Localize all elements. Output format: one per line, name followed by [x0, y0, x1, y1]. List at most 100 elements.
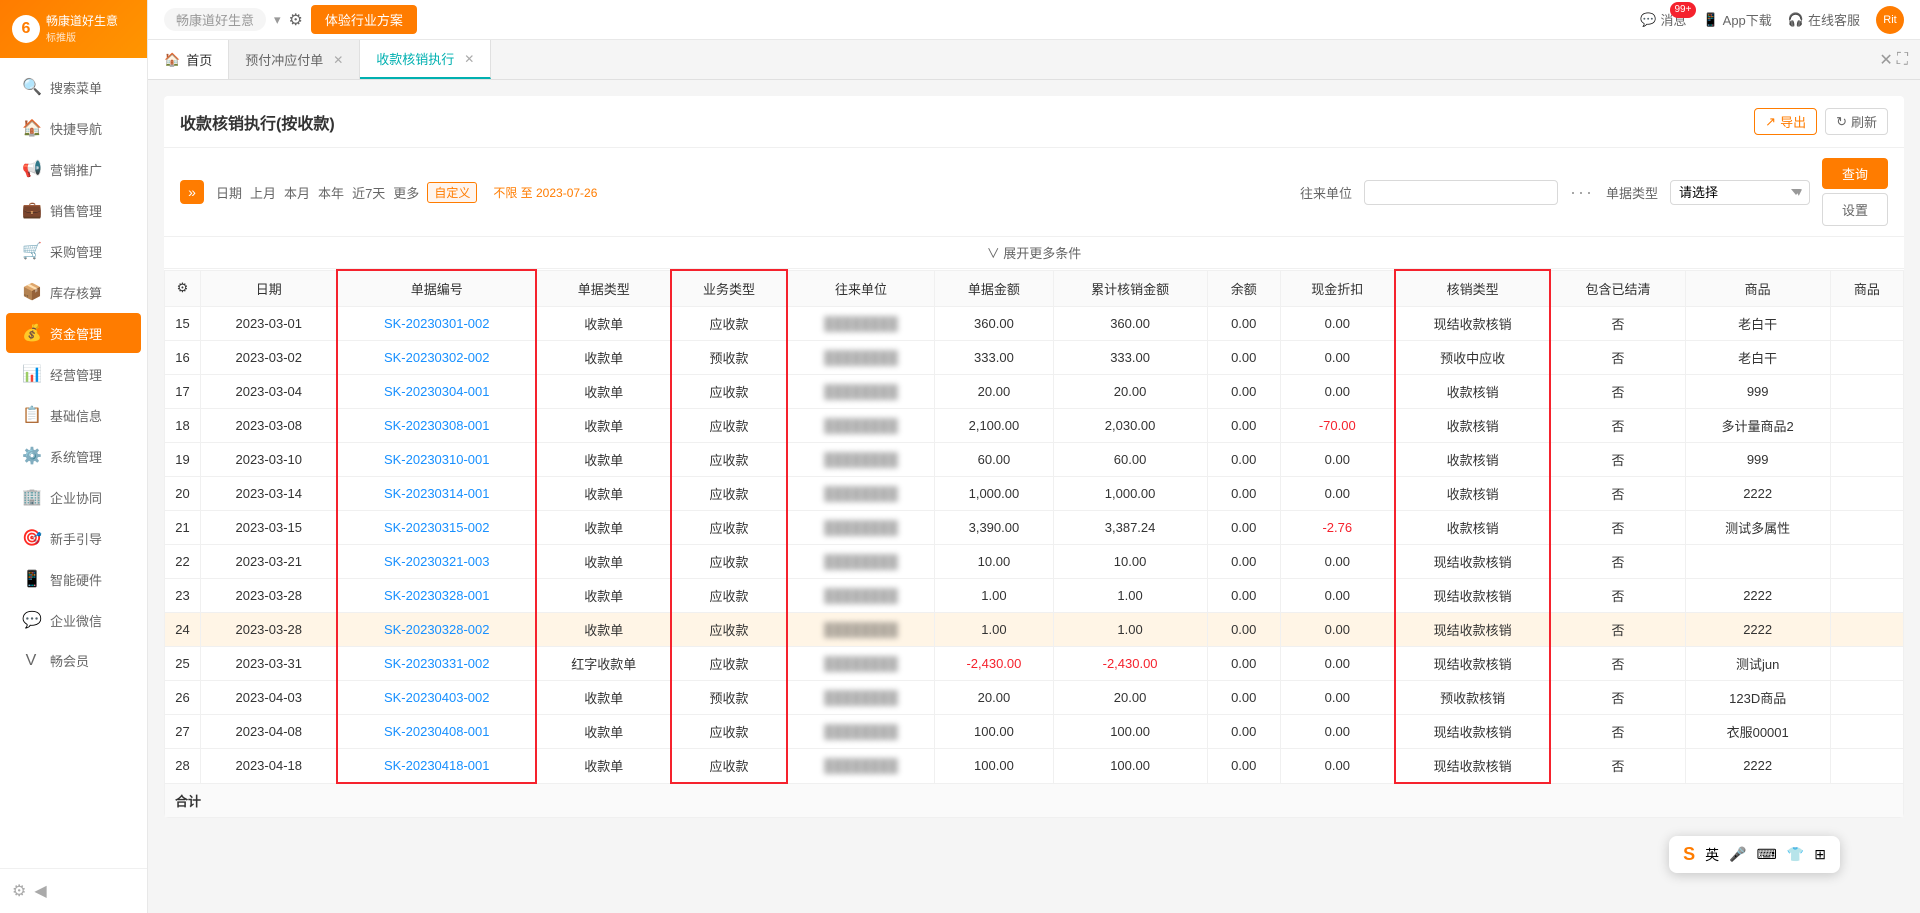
- sidebar-item-wechat[interactable]: 💬企业微信: [6, 600, 141, 640]
- bill-no-link[interactable]: SK-20230321-003: [384, 554, 490, 569]
- sidebar-logo: 6 畅康道好生意 标推版: [0, 0, 147, 58]
- sidebar-item-marketing[interactable]: 📢营销推广: [6, 149, 141, 189]
- last-month-link[interactable]: 上月: [250, 183, 276, 202]
- this-year-link[interactable]: 本年: [318, 183, 344, 202]
- sidebar-item-guide[interactable]: 🎯新手引导: [6, 518, 141, 558]
- bill-no-link[interactable]: SK-20230328-001: [384, 588, 490, 603]
- sidebar-item-system[interactable]: ⚙️系统管理: [6, 436, 141, 476]
- row-amount: 333.00: [935, 341, 1053, 375]
- sidebar-item-purchase[interactable]: 🛒采购管理: [6, 231, 141, 271]
- col-biz-type[interactable]: 业务类型: [671, 270, 786, 307]
- row-product2: [1830, 511, 1903, 545]
- sidebar-label-purchase: 采购管理: [50, 242, 102, 261]
- sidebar-item-finance[interactable]: 💰资金管理: [6, 313, 141, 353]
- tab-home[interactable]: 🏠 首页: [148, 40, 229, 79]
- maximize-window-icon[interactable]: ⛶: [1897, 51, 1908, 69]
- export-button[interactable]: ↗ 导出: [1754, 108, 1817, 135]
- settings-icon[interactable]: ⚙: [12, 881, 26, 901]
- sidebar-label-sales: 销售管理: [50, 201, 102, 220]
- filter-expand-button[interactable]: »: [180, 180, 204, 204]
- last-7-days-link[interactable]: 近7天: [352, 183, 385, 202]
- expand-more-button[interactable]: ∨ 展开更多条件: [987, 243, 1082, 262]
- chevron-down-icon[interactable]: ▾: [274, 12, 281, 28]
- col-product2[interactable]: 商品: [1830, 270, 1903, 307]
- sidebar-item-enterprise[interactable]: 🏢企业协同: [6, 477, 141, 517]
- logo-icon: 6: [12, 15, 40, 43]
- collapse-icon[interactable]: ◀: [34, 881, 46, 901]
- bill-no-link[interactable]: SK-20230314-001: [384, 486, 490, 501]
- ime-keyboard-icon[interactable]: ⌨: [1757, 846, 1777, 863]
- bill-no-link[interactable]: SK-20230331-002: [384, 656, 490, 671]
- col-amount[interactable]: 单据金额: [935, 270, 1053, 307]
- tab-collection[interactable]: 收款核销执行 ✕: [360, 40, 491, 79]
- row-included: 否: [1550, 443, 1685, 477]
- row-product2: [1830, 477, 1903, 511]
- online-service-button[interactable]: 🎧 在线客服: [1788, 10, 1860, 29]
- sidebar-item-member[interactable]: V畅会员: [6, 641, 141, 680]
- col-date[interactable]: 日期: [201, 270, 338, 307]
- sidebar-label-guide: 新手引导: [50, 529, 102, 548]
- this-month-link[interactable]: 本月: [284, 183, 310, 202]
- tab-payable[interactable]: 预付冲应付单 ✕: [229, 40, 360, 79]
- solution-button[interactable]: 体验行业方案: [311, 5, 417, 34]
- row-partner: ████████: [787, 715, 935, 749]
- sidebar-item-basic[interactable]: 📋基础信息: [6, 395, 141, 435]
- app-download-button[interactable]: 📱 App下载: [1702, 10, 1771, 29]
- setting-button[interactable]: 设置: [1822, 193, 1888, 226]
- ime-text-icon[interactable]: 英: [1705, 845, 1719, 865]
- close-tab-payable-icon[interactable]: ✕: [333, 53, 343, 67]
- sidebar-item-search[interactable]: 🔍搜索菜单: [6, 67, 141, 107]
- col-bill-type[interactable]: 单据类型: [536, 270, 671, 307]
- partner-input[interactable]: [1364, 180, 1558, 205]
- ime-mic-icon[interactable]: 🎤: [1729, 846, 1746, 863]
- bill-no-link[interactable]: SK-20230403-002: [384, 690, 490, 705]
- close-window-icon[interactable]: ✕: [1879, 50, 1892, 70]
- col-discount[interactable]: 现金折扣: [1280, 270, 1394, 307]
- bill-no-link[interactable]: SK-20230328-002: [384, 622, 490, 637]
- col-partner[interactable]: 往来单位: [787, 270, 935, 307]
- sidebar-icon-quicknav: 🏠: [22, 118, 40, 138]
- gear-icon[interactable]: ⚙: [289, 10, 303, 30]
- bill-no-link[interactable]: SK-20230315-002: [384, 520, 490, 535]
- row-biz-type: 应收款: [671, 579, 786, 613]
- col-settings[interactable]: ⚙: [165, 270, 201, 307]
- ime-skin-icon[interactable]: 👕: [1787, 846, 1804, 863]
- row-amount: 20.00: [935, 375, 1053, 409]
- more-date-link[interactable]: 更多: [393, 183, 419, 202]
- close-tab-collection-icon[interactable]: ✕: [464, 52, 474, 66]
- row-included: 否: [1550, 579, 1685, 613]
- sidebar-item-quicknav[interactable]: 🏠快捷导航: [6, 108, 141, 148]
- custom-date-btn[interactable]: 自定义: [427, 182, 477, 203]
- row-product1: 老白干: [1685, 307, 1830, 341]
- bill-no-link[interactable]: SK-20230302-002: [384, 350, 490, 365]
- bill-no-link[interactable]: SK-20230310-001: [384, 452, 490, 467]
- bill-no-link[interactable]: SK-20230301-002: [384, 316, 490, 331]
- more-options-dots[interactable]: ···: [1570, 182, 1594, 203]
- window-buttons: ✕ ⛶: [1867, 50, 1920, 70]
- row-balance: 0.00: [1207, 511, 1280, 545]
- bill-no-link[interactable]: SK-20230308-001: [384, 418, 490, 433]
- bill-no-link[interactable]: SK-20230418-001: [384, 758, 490, 773]
- user-avatar[interactable]: Rit: [1876, 6, 1904, 34]
- ime-grid-icon[interactable]: ⊞: [1814, 846, 1826, 863]
- col-included[interactable]: 包含已结清: [1550, 270, 1685, 307]
- sidebar-item-sales[interactable]: 💼销售管理: [6, 190, 141, 230]
- col-balance[interactable]: 余额: [1207, 270, 1280, 307]
- sidebar-item-hardware[interactable]: 📱智能硬件: [6, 559, 141, 599]
- bill-type-select[interactable]: 请选择: [1670, 180, 1810, 205]
- row-date: 2023-04-08: [201, 715, 338, 749]
- col-verified[interactable]: 累计核销金额: [1053, 270, 1207, 307]
- sidebar-icon-operations: 📊: [22, 364, 40, 384]
- row-bill-type: 收款单: [536, 579, 671, 613]
- bill-no-link[interactable]: SK-20230304-001: [384, 384, 490, 399]
- bill-no-link[interactable]: SK-20230408-001: [384, 724, 490, 739]
- col-verify-type[interactable]: 核销类型: [1395, 270, 1551, 307]
- col-product1[interactable]: 商品: [1685, 270, 1830, 307]
- sidebar-item-inventory[interactable]: 📦库存核算: [6, 272, 141, 312]
- sidebar-item-operations[interactable]: 📊经营管理: [6, 354, 141, 394]
- message-button[interactable]: 💬 消息 99+: [1640, 10, 1686, 29]
- query-button[interactable]: 查询: [1822, 158, 1888, 189]
- row-partner: ████████: [787, 477, 935, 511]
- col-bill-no[interactable]: 单据编号: [337, 270, 536, 307]
- refresh-button[interactable]: ↻ 刷新: [1825, 108, 1888, 135]
